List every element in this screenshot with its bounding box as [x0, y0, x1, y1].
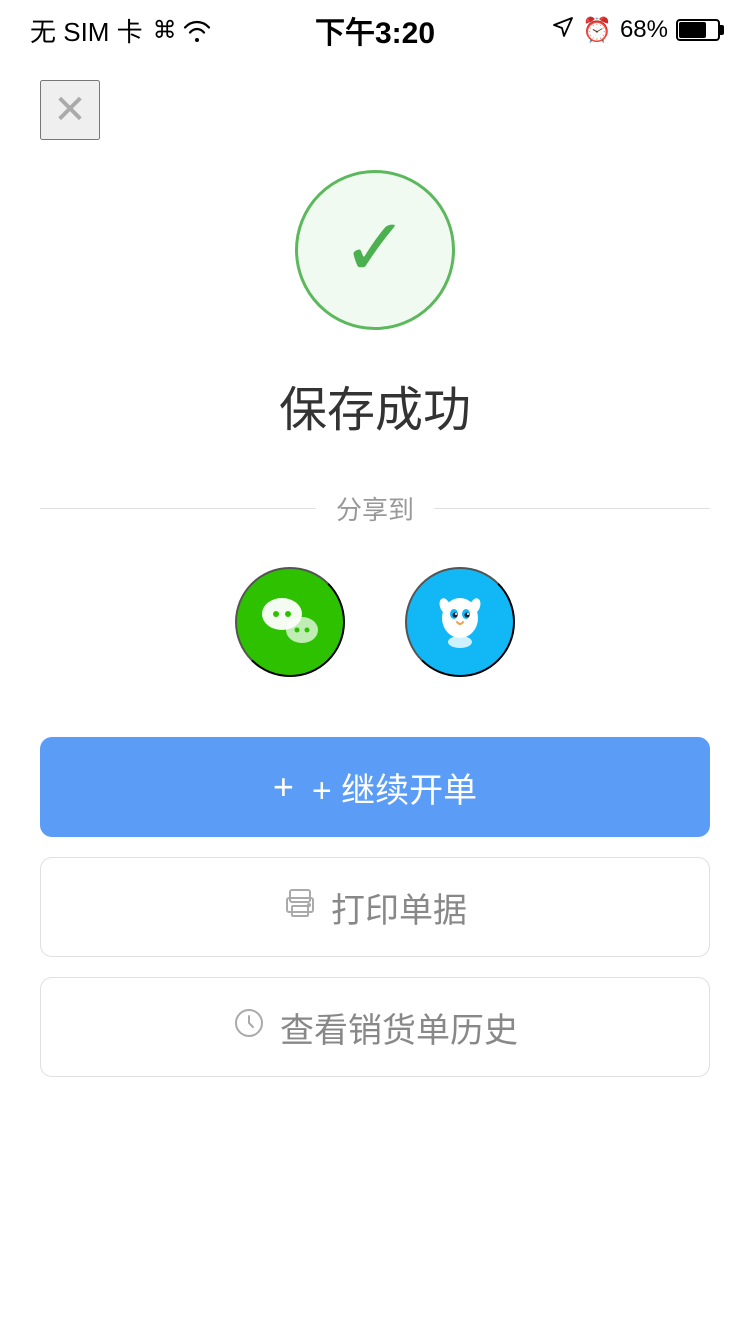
wifi-icon: ⌘ — [153, 16, 212, 45]
carrier-text: 无 SIM 卡 — [30, 12, 143, 49]
qq-share-button[interactable] — [405, 567, 515, 677]
wechat-share-button[interactable] — [235, 567, 345, 677]
continue-button[interactable]: + + 继续开单 — [40, 737, 710, 837]
plus-icon: + — [273, 766, 294, 808]
action-buttons: + + 继续开单 打印单据 查看销货单历 — [40, 737, 710, 1077]
divider-right — [434, 508, 710, 509]
success-title: 保存成功 — [279, 370, 471, 440]
close-button[interactable]: ✕ — [40, 80, 100, 140]
close-icon: ✕ — [53, 90, 87, 130]
share-icons — [235, 567, 515, 677]
status-right: ⏰ 68% — [552, 16, 720, 45]
qq-icon — [435, 592, 485, 652]
main-content: ✕ ✓ 保存成功 分享到 — [0, 60, 750, 1117]
wechat-icon — [260, 596, 320, 648]
share-divider: 分享到 — [40, 490, 710, 527]
divider-left — [40, 508, 316, 509]
status-left: 无 SIM 卡 ⌘ — [30, 12, 211, 49]
print-button[interactable]: 打印单据 — [40, 857, 710, 957]
history-button[interactable]: 查看销货单历史 — [40, 977, 710, 1077]
print-label: 打印单据 — [331, 883, 467, 932]
status-bar: 无 SIM 卡 ⌘ 下午3:20 ⏰ 68% — [0, 0, 750, 60]
status-time: 下午3:20 — [315, 8, 435, 52]
continue-label: + 继续开单 — [312, 763, 477, 812]
battery-percent: 68% — [620, 16, 668, 44]
history-icon — [232, 1006, 266, 1049]
success-circle: ✓ — [295, 170, 455, 330]
history-label: 查看销货单历史 — [280, 1003, 518, 1052]
battery-icon — [676, 19, 720, 41]
printer-icon — [283, 886, 317, 929]
location-icon — [552, 16, 574, 45]
share-label: 分享到 — [336, 490, 414, 527]
checkmark-icon: ✓ — [341, 208, 408, 288]
alarm-icon: ⏰ — [582, 16, 612, 45]
